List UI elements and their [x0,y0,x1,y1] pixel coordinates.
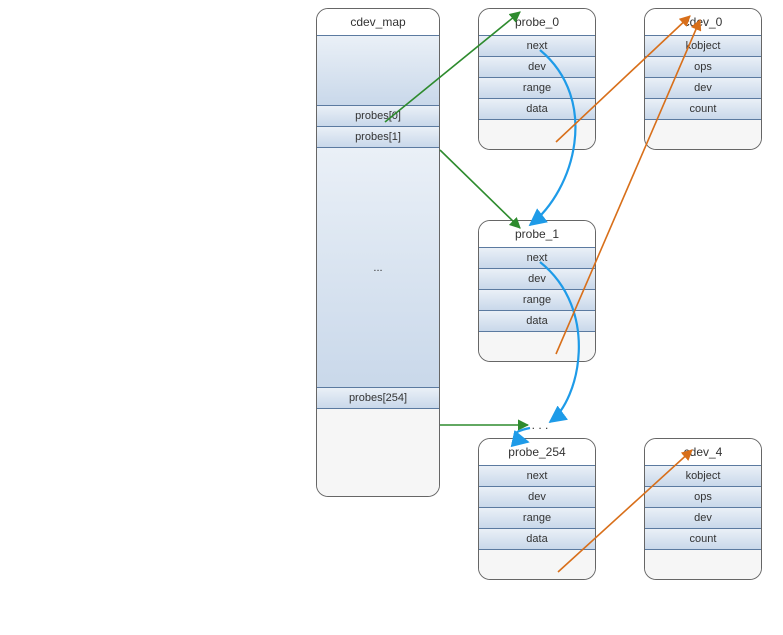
cdev-4-dev: dev [645,507,761,528]
cdev-0-ops: ops [645,56,761,77]
struct-cdev-4: cdev_4 kobject ops dev count [644,438,762,580]
cdev-map-row-1: probes[1] [317,126,439,147]
probe-254-blank [479,549,595,579]
probe-0-dev: dev [479,56,595,77]
probe-1-next: next [479,247,595,268]
struct-title: cdev_0 [645,9,761,35]
probe-0-data: data [479,98,595,119]
cdev-4-ops: ops [645,486,761,507]
probe-254-dev: dev [479,486,595,507]
cdev-4-count: count [645,528,761,549]
probe-1-range: range [479,289,595,310]
cdev-map-row-0: probes[0] [317,105,439,126]
arrow-probes1-to-probe1 [440,150,520,228]
probe-1-blank [479,331,595,361]
cdev-0-blank [645,119,761,149]
struct-title: cdev_map [317,9,439,35]
probe-0-range: range [479,77,595,98]
cdev-0-kobject: kobject [645,35,761,56]
probe-1-dev: dev [479,268,595,289]
probe-254-range: range [479,507,595,528]
probe-chain-ellipsis: . . . [520,418,560,432]
struct-title: probe_0 [479,9,595,35]
cdev-map-blank-top [317,35,439,105]
probe-0-next: next [479,35,595,56]
cdev-map-row-254: probes[254] [317,387,439,408]
struct-title: probe_1 [479,221,595,247]
struct-title: probe_254 [479,439,595,465]
cdev-0-dev: dev [645,77,761,98]
probe-1-data: data [479,310,595,331]
cdev-4-blank [645,549,761,579]
probe-254-data: data [479,528,595,549]
cdev-map-blank-bottom [317,408,439,496]
cdev-map-row-ellipsis: ... [317,147,439,387]
struct-probe-0: probe_0 next dev range data [478,8,596,150]
cdev-0-count: count [645,98,761,119]
cdev-4-kobject: kobject [645,465,761,486]
struct-cdev-0: cdev_0 kobject ops dev count [644,8,762,150]
struct-probe-254: probe_254 next dev range data [478,438,596,580]
struct-probe-1: probe_1 next dev range data [478,220,596,362]
probe-254-next: next [479,465,595,486]
struct-title: cdev_4 [645,439,761,465]
probe-0-blank [479,119,595,149]
struct-cdev-map: cdev_map probes[0] probes[1] ... probes[… [316,8,440,497]
